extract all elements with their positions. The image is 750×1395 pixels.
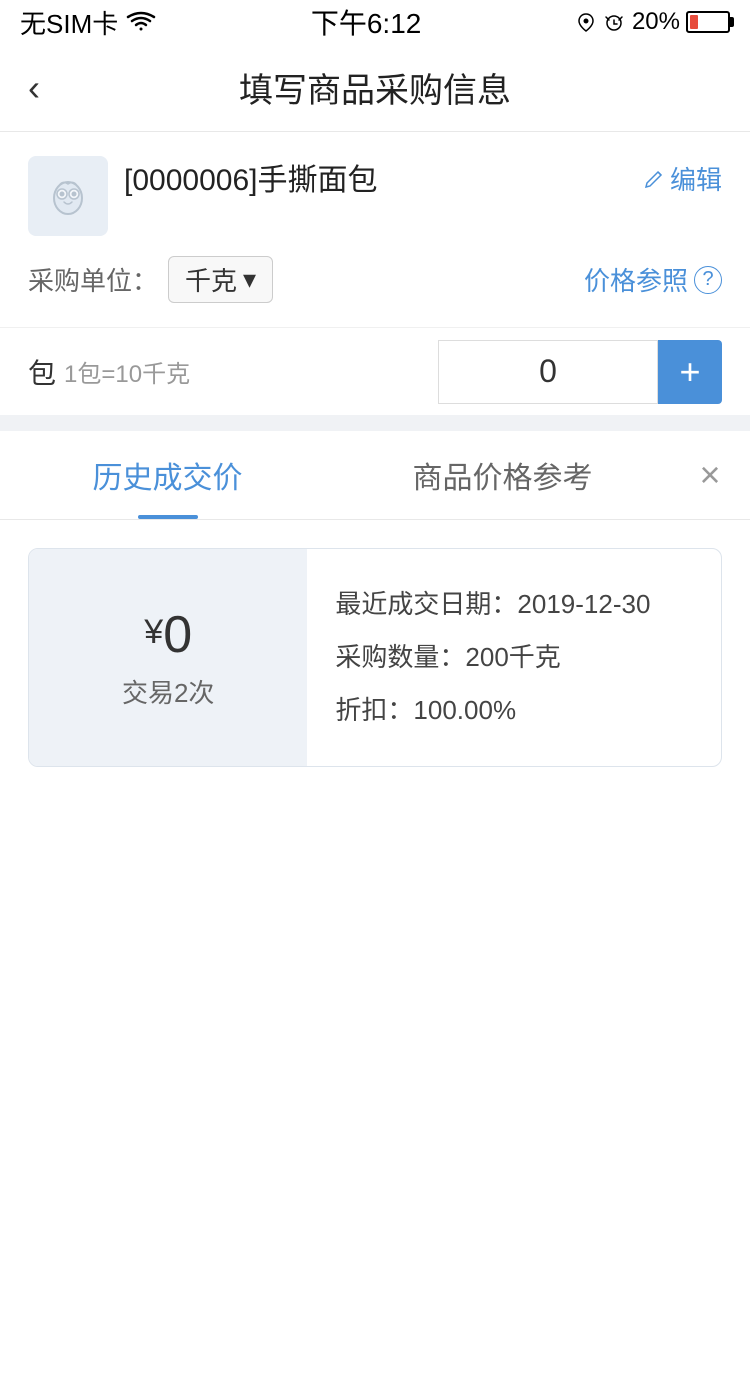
tab-close-button[interactable]: × — [670, 431, 750, 519]
status-right: 20% — [576, 8, 730, 36]
carrier-text: 无SIM卡 — [20, 4, 118, 41]
edit-icon — [642, 167, 666, 191]
section-divider — [0, 415, 750, 431]
history-card: ¥0 交易2次 最近成交日期：2019-12-30 采购数量：200千克 折扣：… — [28, 548, 722, 767]
page-title: 填写商品采购信息 — [239, 63, 511, 112]
alarm-icon — [602, 12, 626, 32]
back-button[interactable]: ‹ — [28, 67, 40, 109]
help-icon: ? — [694, 266, 722, 294]
tab-history-price[interactable]: 历史成交价 — [0, 431, 335, 519]
tabs-row: 历史成交价 商品价格参考 × — [0, 431, 750, 519]
product-header: [0000006]手撕面包 编辑 — [28, 156, 722, 236]
battery-icon — [686, 11, 730, 33]
card-trade-count: 交易2次 — [122, 673, 214, 710]
card-discount-row: 折扣：100.00% — [335, 691, 693, 730]
nav-bar: ‹ 填写商品采购信息 — [0, 44, 750, 132]
bottom-area — [0, 795, 750, 1395]
qty-plus-button[interactable]: + — [658, 340, 722, 404]
status-left: 无SIM卡 — [20, 4, 156, 41]
tabs-section: 历史成交价 商品价格参考 × — [0, 431, 750, 520]
product-section: [0000006]手撕面包 编辑 采购单位： 千克 ▾ 价格参照 ? — [0, 132, 750, 327]
status-time: 下午6:12 — [311, 2, 422, 42]
product-unit-row: 采购单位： 千克 ▾ 价格参照 ? — [28, 256, 722, 303]
product-name: [0000006]手撕面包 — [124, 156, 377, 202]
product-thumbnail — [28, 156, 108, 236]
unit-select[interactable]: 千克 ▾ — [168, 256, 273, 303]
qty-controls: + — [438, 340, 722, 404]
qty-hint: 1包=10千克 — [64, 354, 190, 389]
card-purchase-qty-row: 采购数量：200千克 — [335, 638, 693, 677]
status-bar: 无SIM卡 下午6:12 20% — [0, 0, 750, 44]
product-left: [0000006]手撕面包 — [28, 156, 377, 236]
product-logo-icon — [44, 172, 92, 220]
tab-product-price-ref[interactable]: 商品价格参考 — [335, 431, 670, 519]
edit-button[interactable]: 编辑 — [642, 156, 722, 197]
card-price-area: ¥0 交易2次 — [29, 549, 307, 766]
card-detail-area: 最近成交日期：2019-12-30 采购数量：200千克 折扣：100.00% — [307, 549, 721, 766]
card-price: ¥0 — [144, 605, 192, 665]
history-content: ¥0 交易2次 最近成交日期：2019-12-30 采购数量：200千克 折扣：… — [0, 520, 750, 795]
price-ref-button[interactable]: 价格参照 ? — [584, 261, 722, 298]
qty-label: 包 1包=10千克 — [28, 352, 190, 392]
unit-label: 采购单位： 千克 ▾ — [28, 256, 273, 303]
battery-percent: 20% — [632, 8, 680, 36]
wifi-icon — [126, 11, 156, 33]
qty-input[interactable] — [438, 340, 658, 404]
card-last-date-row: 最近成交日期：2019-12-30 — [335, 585, 693, 624]
quantity-section: 包 1包=10千克 + — [0, 327, 750, 415]
location-icon — [576, 12, 596, 32]
yen-sign: ¥ — [144, 613, 163, 651]
tab-active-underline — [138, 515, 198, 519]
